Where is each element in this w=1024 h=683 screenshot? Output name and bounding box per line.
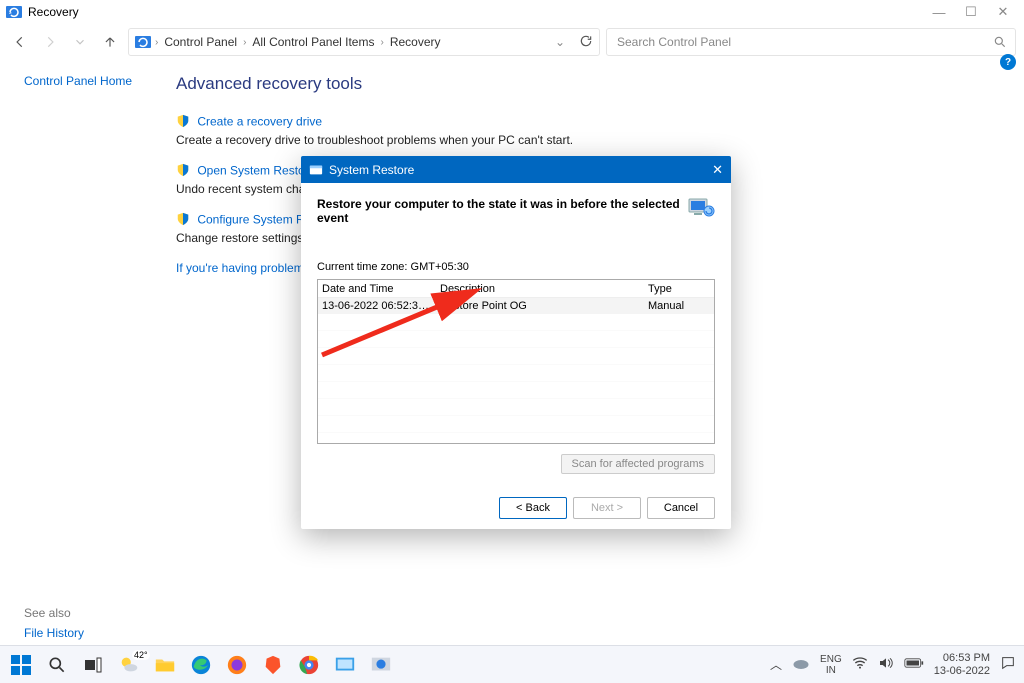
onedrive-icon[interactable] — [792, 656, 810, 673]
recovery-icon — [135, 34, 151, 50]
chevron-right-icon: › — [243, 37, 246, 48]
weather-temp: 42° — [132, 650, 150, 660]
dialog-heading: Restore your computer to the state it wa… — [317, 195, 687, 225]
chevron-right-icon: › — [380, 37, 383, 48]
header-description[interactable]: Description — [436, 281, 644, 297]
system-restore-icon — [309, 163, 323, 177]
timezone-label: Current time zone: GMT+05:30 — [317, 261, 715, 273]
refresh-button[interactable] — [579, 34, 593, 51]
search-box[interactable] — [606, 28, 1016, 56]
titlebar: Recovery — ☐ ✕ — [0, 0, 1024, 24]
see-also-section: See also File History — [24, 606, 84, 648]
grid-header: Date and Time Description Type — [318, 280, 714, 298]
row-datetime: 13-06-2022 06:52:35 PM — [318, 299, 436, 313]
dialog-titlebar: System Restore ✕ — [301, 156, 731, 183]
volume-icon[interactable] — [878, 656, 894, 673]
file-explorer-button[interactable] — [152, 652, 178, 678]
scan-affected-programs-button[interactable]: Scan for affected programs — [561, 454, 715, 474]
address-bar[interactable]: › Control Panel › All Control Panel Item… — [128, 28, 600, 56]
page-title: Advanced recovery tools — [176, 74, 1006, 94]
clock-time: 06:53 PM — [934, 652, 990, 665]
dialog-body: Restore your computer to the state it wa… — [301, 183, 731, 529]
wifi-icon[interactable] — [852, 656, 868, 673]
dialog-close-button[interactable]: ✕ — [712, 162, 723, 178]
control-panel-home-link[interactable]: Control Panel Home — [24, 74, 156, 88]
breadcrumb-control-panel[interactable]: Control Panel — [162, 35, 239, 49]
shield-icon — [176, 114, 190, 131]
taskbar-clock[interactable]: 06:53 PM 13-06-2022 — [934, 652, 990, 677]
tray-chevron-up-icon[interactable]: ︿ — [770, 656, 782, 673]
shield-icon — [176, 163, 190, 180]
create-recovery-drive-desc: Create a recovery drive to troubleshoot … — [176, 133, 1006, 147]
app1-button[interactable] — [332, 652, 358, 678]
chevron-right-icon: › — [155, 37, 158, 48]
maximize-button[interactable]: ☐ — [964, 5, 978, 19]
start-button[interactable] — [8, 652, 34, 678]
taskbar: 42° ︿ ENG IN — [0, 645, 1024, 683]
restore-point-grid[interactable]: Date and Time Description Type 13-06-202… — [317, 279, 715, 444]
system-restore-dialog: System Restore ✕ Restore your computer t… — [301, 156, 731, 529]
app2-button[interactable] — [368, 652, 394, 678]
back-button[interactable]: < Back — [499, 497, 567, 519]
notifications-icon[interactable] — [1000, 655, 1016, 674]
firefox-button[interactable] — [224, 652, 250, 678]
navbar: › Control Panel › All Control Panel Item… — [0, 24, 1024, 60]
window-title: Recovery — [28, 5, 932, 19]
breadcrumb-all-items[interactable]: All Control Panel Items — [250, 35, 376, 49]
sidebar: Control Panel Home See also File History — [0, 60, 168, 660]
open-system-restore-link[interactable]: Open System Restore — [197, 164, 315, 178]
grid-empty-area — [318, 314, 714, 443]
tool-create-recovery-drive: Create a recovery drive Create a recover… — [176, 114, 1006, 147]
cancel-button[interactable]: Cancel — [647, 497, 715, 519]
language-indicator[interactable]: ENG IN — [820, 654, 842, 676]
brave-button[interactable] — [260, 652, 286, 678]
next-button[interactable]: Next > — [573, 497, 641, 519]
back-button[interactable] — [8, 30, 32, 54]
chrome-button[interactable] — [296, 652, 322, 678]
clock-date: 13-06-2022 — [934, 665, 990, 678]
header-datetime[interactable]: Date and Time — [318, 281, 436, 297]
close-button[interactable]: ✕ — [996, 5, 1010, 19]
header-type[interactable]: Type — [644, 281, 714, 297]
dialog-title: System Restore — [329, 163, 414, 177]
task-view-button[interactable] — [80, 652, 106, 678]
up-button[interactable] — [98, 30, 122, 54]
see-also-heading: See also — [24, 606, 84, 620]
battery-icon[interactable] — [904, 657, 924, 672]
computer-restore-icon — [687, 195, 715, 225]
weather-widget[interactable]: 42° — [116, 652, 142, 678]
row-type: Manual — [644, 299, 714, 313]
breadcrumb-recovery[interactable]: Recovery — [388, 35, 443, 49]
create-recovery-drive-link[interactable]: Create a recovery drive — [197, 115, 322, 129]
search-input[interactable] — [615, 34, 993, 50]
file-history-link[interactable]: File History — [24, 626, 84, 640]
chevron-down-icon[interactable]: ⌄ — [555, 35, 565, 49]
row-description: Restore Point OG — [436, 299, 644, 313]
lang-secondary: IN — [820, 665, 842, 676]
edge-button[interactable] — [188, 652, 214, 678]
recovery-app-icon — [6, 4, 22, 20]
recent-dropdown[interactable] — [68, 30, 92, 54]
search-icon — [993, 35, 1007, 49]
restore-point-row[interactable]: 13-06-2022 06:52:35 PM Restore Point OG … — [318, 298, 714, 314]
minimize-button[interactable]: — — [932, 5, 946, 19]
shield-icon — [176, 212, 190, 229]
system-tray: ︿ ENG IN 06:53 PM 13-06-2022 — [770, 652, 1016, 677]
forward-button[interactable] — [38, 30, 62, 54]
lang-primary: ENG — [820, 654, 842, 665]
search-taskbar-button[interactable] — [44, 652, 70, 678]
dialog-heading-row: Restore your computer to the state it wa… — [317, 195, 715, 225]
